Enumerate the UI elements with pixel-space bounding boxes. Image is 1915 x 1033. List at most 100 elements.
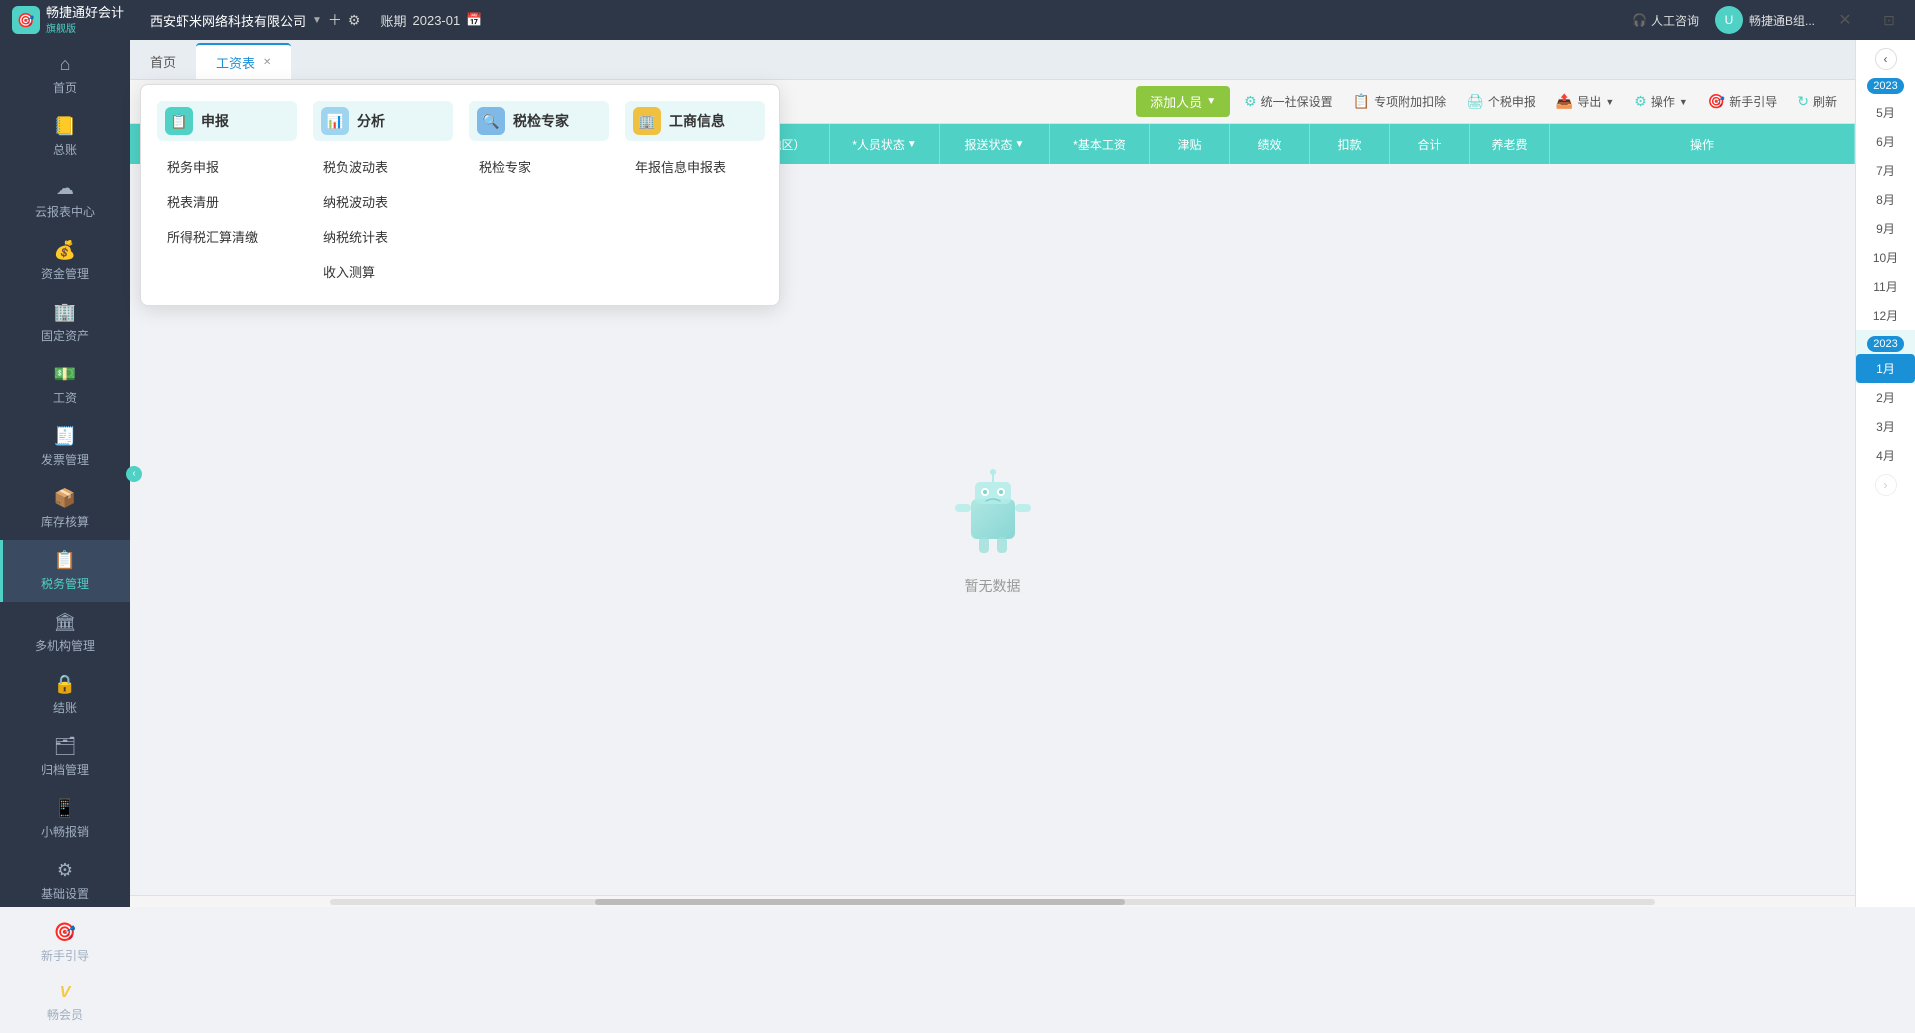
th-allowance: 津贴 [1150,124,1230,164]
cloud-icon: ☁ [56,178,74,199]
export-dropdown-arrow: ▼ [1605,97,1614,107]
calendar-month-5[interactable]: 5月 [1856,98,1915,127]
sidebar-item-home[interactable]: ⌂ 首页 [0,44,130,106]
th-report-status[interactable]: 报送状态 ▼ [940,124,1050,164]
menu-item-income-estimate[interactable]: 收入测算 [313,254,453,289]
horizontal-scrollbar[interactable] [130,895,1855,907]
dropdown-section-analysis: 📊 分析 税负波动表 纳税波动表 纳税统计表 收入测算 [313,101,453,289]
th-report-status-filter-icon[interactable]: ▼ [1015,139,1025,150]
calendar-panel: ‹ 2023 5月 6月 7月 8月 9月 10月 11月 12月 2023 1… [1855,40,1915,907]
tax-declare-icon: 🖨 [1466,93,1484,110]
calendar-month-11[interactable]: 11月 [1856,272,1915,301]
sidebar-item-archive[interactable]: 🗂 归档管理 [0,726,130,788]
th-action: 操作 [1550,124,1855,164]
scrollbar-thumb[interactable] [595,899,1125,905]
tab-salary-table[interactable]: 工资表 ✕ [196,43,291,79]
salary-icon: 💵 [54,364,76,385]
period-area: 账期 2023-01 📅 [380,11,482,30]
company-dropdown-arrow[interactable]: ▼ [312,15,322,26]
member-icon: V [60,984,71,1002]
sidebar-item-cloud[interactable]: ☁ 云报表中心 [0,168,130,230]
th-total: 合计 [1390,124,1470,164]
menu-item-tax-payment-fluctuation[interactable]: 纳税波动表 [313,184,453,219]
sidebar-item-multi[interactable]: 🏛 多机构管理 [0,602,130,664]
add-company-icon[interactable]: ＋ [328,10,342,30]
sidebar-item-tax[interactable]: 📋 税务管理 [0,540,130,602]
sidebar-label-inventory: 库存核算 [41,513,89,530]
sidebar-item-invoice[interactable]: 🧾 发票管理 [0,416,130,478]
calendar-month-2[interactable]: 2月 [1856,383,1915,412]
window-close-button[interactable]: ✕ [1831,6,1859,34]
sidebar-item-funds[interactable]: 💰 资金管理 [0,230,130,292]
section-title-tax-expert: 税检专家 [513,111,569,131]
calendar-month-1[interactable]: 1月 [1856,354,1915,383]
sidebar-item-close-accounts[interactable]: 🔒 结账 [0,664,130,726]
dropdown-sections: 📋 申报 税务申报 税表清册 所得税汇算清缴 📊 分析 税负波动表 纳税波动表 … [157,101,763,289]
social-security-icon: ⚙ [1244,93,1257,110]
add-person-button[interactable]: 添加人员 ▼ [1136,86,1230,117]
export-action[interactable]: 📤 导出 ▼ [1550,89,1620,114]
service-button[interactable]: 🎧 人工咨询 [1632,12,1699,29]
assets-icon: 🏢 [54,302,76,323]
tax-dropdown-menu: 📋 申报 税务申报 税表清册 所得税汇算清缴 📊 分析 税负波动表 纳税波动表 … [140,84,780,306]
tax-declare-action[interactable]: 🖨 个税申报 [1460,89,1542,114]
special-deduct-action[interactable]: 📋 专项附加扣除 [1347,89,1452,114]
sidebar-item-settings[interactable]: ⚙ 基础设置 [0,850,130,912]
operation-action[interactable]: ⚙ 操作 ▼ [1628,89,1694,114]
menu-item-tax-clear[interactable]: 税表清册 [157,184,297,219]
sidebar-label-funds: 资金管理 [41,265,89,282]
user-name: 畅捷通B组... [1749,12,1815,29]
calendar-month-3[interactable]: 3月 [1856,412,1915,441]
newbie-action[interactable]: 🎯 新手引导 [1702,89,1783,114]
user-area[interactable]: U 畅捷通B组... [1715,6,1815,34]
calendar-next-year-button[interactable]: › [1875,474,1897,496]
calendar-month-6[interactable]: 6月 [1856,127,1915,156]
social-security-action[interactable]: ⚙ 统一社保设置 [1238,89,1339,114]
th-base-salary: *基本工资 [1050,124,1150,164]
menu-item-annual-report[interactable]: 年报信息申报表 [625,149,765,184]
sidebar-label-home: 首页 [53,79,77,96]
sidebar-collapse-button[interactable]: ‹ [126,466,142,482]
sidebar-item-inventory[interactable]: 📦 库存核算 [0,478,130,540]
sidebar-label-ledger: 总账 [53,141,77,158]
tab-home[interactable]: 首页 [130,43,196,79]
section-header-tax-expert: 🔍 税检专家 [469,101,609,141]
sidebar-item-salary[interactable]: 💵 工资 [0,354,130,416]
window-maximize-button[interactable]: ⊡ [1875,6,1903,34]
calendar-icon[interactable]: 📅 [466,12,482,28]
tab-bar: 首页 工资表 ✕ [130,40,1855,80]
service-label: 人工咨询 [1651,12,1699,29]
sidebar-label-assets: 固定资产 [41,327,89,344]
menu-item-tax-check-expert[interactable]: 税检专家 [469,149,609,184]
calendar-month-4[interactable]: 4月 [1856,441,1915,470]
multi-icon: 🏛 [54,612,77,633]
calendar-month-12[interactable]: 12月 [1856,301,1915,330]
calendar-month-9[interactable]: 9月 [1856,214,1915,243]
dropdown-section-declaration: 📋 申报 税务申报 税表清册 所得税汇算清缴 [157,101,297,289]
company-selector[interactable]: 西安虾米网络科技有限公司 ▼ ＋ ⚙ [150,10,360,30]
th-status-filter-icon[interactable]: ▼ [907,139,917,150]
sidebar-item-member[interactable]: V 畅会员 [0,974,130,1033]
refresh-action[interactable]: ↻ 刷新 [1791,89,1843,114]
menu-item-tax-fluctuation[interactable]: 税负波动表 [313,149,453,184]
sidebar-label-member: 畅会员 [47,1006,83,1023]
menu-item-tax-stats[interactable]: 纳税统计表 [313,219,453,254]
guide-icon: 🎯 [54,922,76,943]
calendar-month-7[interactable]: 7月 [1856,156,1915,185]
menu-item-income-tax-clear[interactable]: 所得税汇算清缴 [157,219,297,254]
menu-item-tax-declare[interactable]: 税务申报 [157,149,297,184]
th-status[interactable]: *人员状态 ▼ [830,124,940,164]
sidebar-item-assets[interactable]: 🏢 固定资产 [0,292,130,354]
add-person-label: 添加人员 [1150,92,1202,111]
sidebar-item-guide[interactable]: 🎯 新手引导 [0,912,130,974]
sidebar-item-xiaochang[interactable]: 📱 小畅报销 [0,788,130,850]
settings-icon[interactable]: ⚙ [348,12,361,29]
sidebar-item-ledger[interactable]: 📒 总账 [0,106,130,168]
tab-close-icon[interactable]: ✕ [263,57,271,68]
tax-icon: 📋 [54,550,76,571]
calendar-prev-year-button[interactable]: ‹ [1875,48,1897,70]
calendar-month-8[interactable]: 8月 [1856,185,1915,214]
th-base-salary-label: *基本工资 [1073,136,1126,153]
refresh-icon: ↻ [1797,93,1809,110]
calendar-month-10[interactable]: 10月 [1856,243,1915,272]
